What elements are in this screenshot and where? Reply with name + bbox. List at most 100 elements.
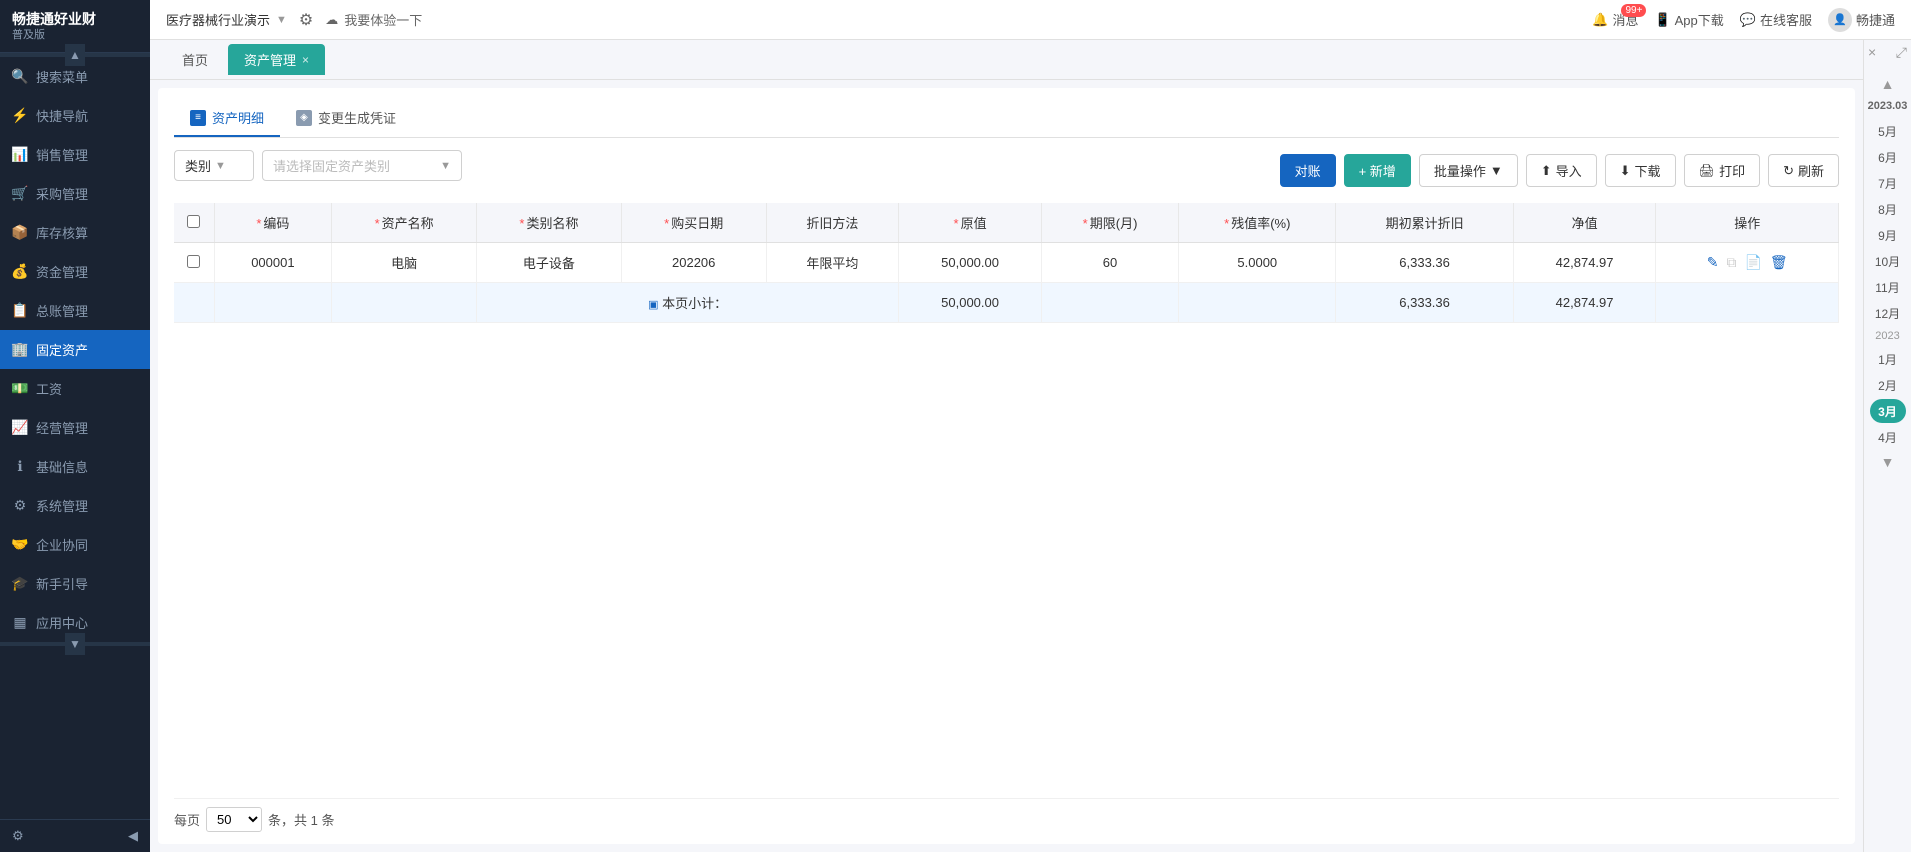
app-download-button[interactable]: 📱 App下载	[1654, 10, 1723, 29]
select-all-checkbox[interactable]	[187, 215, 200, 228]
category-filter[interactable]: 类别 ▼	[174, 150, 254, 181]
month-5[interactable]: 5月	[1870, 119, 1906, 143]
app-download-label: App下载	[1675, 10, 1724, 29]
td-code: 000001	[214, 243, 332, 283]
sidebar-item-purchase[interactable]: 🛒 采购管理	[0, 174, 150, 213]
sidebar-item-operations[interactable]: 📈 经营管理	[0, 408, 150, 447]
import-button[interactable]: ⬆ 导入	[1526, 154, 1597, 187]
sidebar-item-beginner[interactable]: 🎓 新手引导	[0, 564, 150, 603]
sidebar-item-basic-info[interactable]: ℹ 基础信息	[0, 447, 150, 486]
tab-close-icon[interactable]: ×	[302, 53, 309, 67]
payroll-icon: 💵	[12, 381, 28, 397]
panel-close-icon[interactable]: ×	[1868, 44, 1876, 60]
sidebar-scroll-down[interactable]: ▼	[65, 633, 85, 655]
sidebar-item-label: 新手引导	[36, 574, 88, 593]
tab-asset-management[interactable]: 资产管理 ×	[228, 44, 325, 75]
sidebar-item-payroll[interactable]: 💵 工资	[0, 369, 150, 408]
month-4[interactable]: 4月	[1870, 425, 1906, 449]
sidebar-collapse-icon[interactable]: ◀	[128, 828, 138, 844]
sidebar-item-label: 总账管理	[36, 301, 88, 320]
month-7[interactable]: 7月	[1870, 171, 1906, 195]
month-8[interactable]: 8月	[1870, 197, 1906, 221]
month-11[interactable]: 11月	[1870, 275, 1906, 299]
sidebar-item-label: 应用中心	[36, 613, 88, 632]
td-period: 60	[1041, 243, 1178, 283]
td-subtotal-empty1	[174, 283, 214, 323]
experience-button[interactable]: ☁ 我要体验一下	[325, 10, 422, 29]
copy-icon[interactable]: ⧉	[1726, 254, 1736, 271]
toolbar: 类别 ▼ 请选择固定资产类别 ▼ 对账 + 新增 批量操作 ▼	[174, 150, 1839, 191]
sidebar-item-inventory[interactable]: 📦 库存核算	[0, 213, 150, 252]
sidebar-item-label: 快捷导航	[36, 106, 88, 125]
sub-tab-change-voucher[interactable]: ◈ 变更生成凭证	[280, 100, 412, 137]
subtotal-label: 本页小计：	[662, 296, 727, 311]
td-accumulated-depreciation: 6,333.36	[1336, 243, 1513, 283]
table-row: 000001 电脑 电子设备 202206 年限平均 50,000.00 60 …	[174, 243, 1839, 283]
month-9[interactable]: 9月	[1870, 223, 1906, 247]
sidebar-item-quick-nav[interactable]: ⚡ 快捷导航	[0, 96, 150, 135]
toolbar-right: 对账 + 新增 批量操作 ▼ ⬆ 导入 ⬇ 下载	[1280, 154, 1839, 187]
reconcile-button[interactable]: 对账	[1280, 154, 1336, 187]
sidebar-item-sales[interactable]: 📊 销售管理	[0, 135, 150, 174]
sidebar-item-system[interactable]: ⚙ 系统管理	[0, 486, 150, 525]
td-net-value: 42,874.97	[1513, 243, 1656, 283]
th-residual-rate: *残值率(%)	[1179, 203, 1336, 243]
month-10[interactable]: 10月	[1870, 249, 1906, 273]
category-input[interactable]: 请选择固定资产类别 ▼	[262, 150, 462, 181]
company-selector[interactable]: 医疗器械行业演示 ▼	[166, 10, 287, 29]
sidebar-item-general-ledger[interactable]: 📋 总账管理	[0, 291, 150, 330]
month-1[interactable]: 1月	[1870, 347, 1906, 371]
sub-tab-asset-detail[interactable]: ≡ 资产明细	[174, 100, 280, 137]
th-accumulated-depreciation: 期初累计折旧	[1336, 203, 1513, 243]
app-center-icon: ▦	[12, 615, 28, 631]
new-button[interactable]: + 新增	[1344, 154, 1411, 187]
month-2[interactable]: 2月	[1870, 373, 1906, 397]
td-subtotal-accumulated: 6,333.36	[1336, 283, 1513, 323]
sidebar-item-enterprise[interactable]: 🤝 企业协同	[0, 525, 150, 564]
tab-home[interactable]: 首页	[166, 44, 224, 75]
month-6[interactable]: 6月	[1870, 145, 1906, 169]
refresh-button[interactable]: ↻ 刷新	[1768, 154, 1839, 187]
bell-icon: 🔔	[1592, 12, 1608, 28]
print-button[interactable]: 🖨 打印	[1684, 154, 1761, 187]
download-button[interactable]: ⬇ 下载	[1605, 154, 1676, 187]
month-12[interactable]: 12月	[1870, 301, 1906, 325]
sidebar-item-fixed-assets[interactable]: 🏢 固定资产	[0, 330, 150, 369]
row-checkbox[interactable]	[187, 255, 200, 268]
online-service-button[interactable]: 💬 在线客服	[1740, 10, 1812, 29]
refresh-icon: ↻	[1783, 163, 1794, 179]
panel-up-arrow[interactable]: ▲	[1877, 72, 1899, 96]
page-content: ≡ 资产明细 ◈ 变更生成凭证 类别 ▼	[158, 88, 1855, 844]
sidebar-settings-icon[interactable]: ⚙	[12, 828, 24, 844]
sidebar-item-label: 经营管理	[36, 418, 88, 437]
td-checkbox	[174, 243, 214, 283]
batch-ops-button[interactable]: 批量操作 ▼	[1419, 154, 1518, 187]
quick-nav-icon: ⚡	[12, 108, 28, 124]
system-icon: ⚙	[12, 498, 28, 514]
panel-down-arrow[interactable]: ▼	[1877, 450, 1899, 474]
topbar-gear-icon[interactable]: ⚙	[299, 10, 313, 30]
company-arrow-icon: ▼	[276, 14, 287, 26]
sidebar-item-funds[interactable]: 💰 资金管理	[0, 252, 150, 291]
th-original-value: *原值	[899, 203, 1042, 243]
per-page-select[interactable]: 50 10 20 100	[206, 807, 262, 832]
asset-table-wrapper: *编码 *资产名称 *类别名称 *购买日期 折旧方法 *原值 *期限(月) *残…	[174, 203, 1839, 790]
inventory-icon: 📦	[12, 225, 28, 241]
month-3[interactable]: 3月	[1870, 399, 1906, 423]
panel-top-area: ▲ 2023.03 5月 6月 7月 8月 9月 10月 11月 12月 202…	[1864, 48, 1911, 474]
th-purchase-date: *购买日期	[621, 203, 766, 243]
sidebar: 畅捷通好业财 普及版 ▲ 🔍 搜索菜单 ⚡ 快捷导航 📊 销售管理 🛒 采购管理…	[0, 0, 150, 852]
user-menu[interactable]: 👤 畅捷通	[1828, 8, 1895, 32]
th-action: 操作	[1656, 203, 1839, 243]
notifications-button[interactable]: 🔔 消息 99+	[1592, 10, 1638, 29]
edit-icon[interactable]: ✎	[1707, 254, 1719, 271]
delete-icon[interactable]: 🗑	[1770, 254, 1788, 271]
th-checkbox	[174, 203, 214, 243]
tab-bar: 首页 资产管理 ×	[150, 40, 1863, 80]
sidebar-item-search[interactable]: 🔍 搜索菜单	[0, 57, 150, 96]
th-code: *编码	[214, 203, 332, 243]
notification-badge: 99+	[1621, 4, 1646, 17]
panel-expand-icon[interactable]: ⤢	[1896, 44, 1907, 61]
sub-tab-change-voucher-label: 变更生成凭证	[318, 108, 396, 127]
voucher-icon[interactable]: 📄	[1744, 254, 1761, 271]
